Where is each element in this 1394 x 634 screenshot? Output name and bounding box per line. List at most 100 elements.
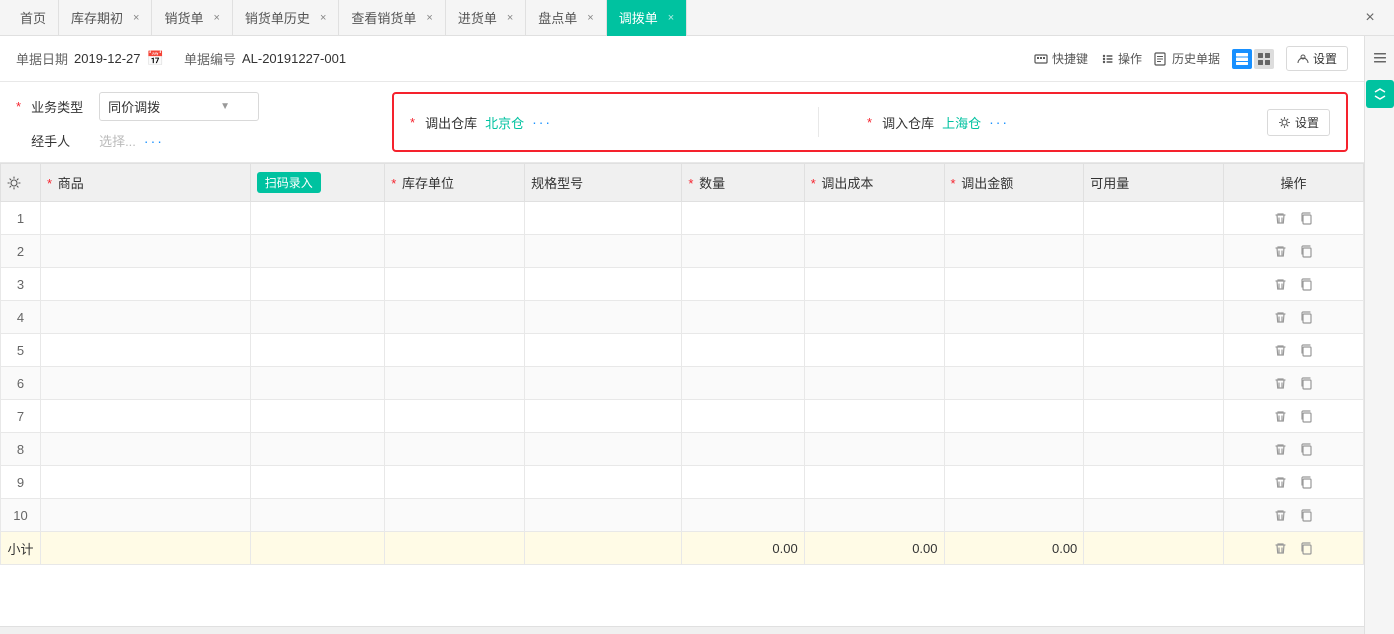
tab-home[interactable]: 首页 <box>8 0 59 36</box>
shortcut-button[interactable]: 快捷键 <box>1034 50 1088 67</box>
warehouse-gear-button[interactable]: 设置 <box>1267 109 1330 136</box>
calendar-icon[interactable]: 📅 <box>147 50 164 67</box>
qty-cell[interactable] <box>682 301 804 334</box>
qty-cell[interactable] <box>682 367 804 400</box>
transfer-in-more-btn[interactable]: ··· <box>989 114 1009 130</box>
goods-cell[interactable] <box>41 499 251 532</box>
qty-cell[interactable] <box>682 268 804 301</box>
copy-icon[interactable] <box>1297 406 1317 426</box>
tab-purchase-order[interactable]: 进货单 × <box>446 0 526 36</box>
right-tool-list[interactable] <box>1366 44 1394 72</box>
scan-button[interactable]: 扫码录入 <box>257 172 321 193</box>
right-tool-expand[interactable] <box>1366 80 1394 108</box>
goods-cell[interactable] <box>41 235 251 268</box>
delete-icon[interactable] <box>1271 505 1291 525</box>
tab-sales-order[interactable]: 销货单 × <box>152 0 232 36</box>
tab-inventory-init[interactable]: 库存期初 × <box>59 0 152 36</box>
amount-cell[interactable] <box>944 367 1084 400</box>
delete-icon[interactable] <box>1271 208 1291 228</box>
copy-icon[interactable] <box>1297 241 1317 261</box>
qty-cell[interactable] <box>682 334 804 367</box>
copy-icon[interactable] <box>1297 505 1317 525</box>
goods-cell[interactable] <box>41 301 251 334</box>
history-button[interactable]: 历史单据 <box>1154 50 1220 67</box>
transfer-in-value[interactable]: 上海仓 <box>942 113 981 132</box>
amount-cell[interactable] <box>944 268 1084 301</box>
qty-cell[interactable] <box>682 202 804 235</box>
copy-icon[interactable] <box>1297 472 1317 492</box>
copy-icon[interactable] <box>1297 373 1317 393</box>
cost-cell[interactable] <box>804 235 944 268</box>
amount-cell[interactable] <box>944 301 1084 334</box>
delete-icon[interactable] <box>1271 538 1291 558</box>
business-type-select[interactable]: 同价调拨 ▼ <box>99 92 259 121</box>
goods-cell[interactable] <box>41 532 251 565</box>
copy-icon[interactable] <box>1297 274 1317 294</box>
qty-cell[interactable] <box>682 466 804 499</box>
cost-cell[interactable] <box>804 301 944 334</box>
delete-icon[interactable] <box>1271 274 1291 294</box>
person-input[interactable]: 选择... <box>99 131 136 150</box>
tab-view-sales[interactable]: 查看销货单 × <box>339 0 445 36</box>
tab-inventory-init-close[interactable]: × <box>133 12 139 24</box>
cost-cell[interactable] <box>804 433 944 466</box>
goods-cell[interactable] <box>41 334 251 367</box>
delete-icon[interactable] <box>1271 307 1291 327</box>
delete-icon[interactable] <box>1271 340 1291 360</box>
amount-cell[interactable] <box>944 235 1084 268</box>
transfer-out-more-btn[interactable]: ··· <box>532 114 552 130</box>
copy-icon[interactable] <box>1297 439 1317 459</box>
copy-icon[interactable] <box>1297 307 1317 327</box>
amount-cell[interactable] <box>944 334 1084 367</box>
qty-cell[interactable] <box>682 235 804 268</box>
amount-cell[interactable] <box>944 433 1084 466</box>
delete-icon[interactable] <box>1271 406 1291 426</box>
copy-icon[interactable] <box>1297 340 1317 360</box>
cost-cell[interactable] <box>804 499 944 532</box>
view-toggle-list[interactable] <box>1232 49 1252 69</box>
qty-cell[interactable] <box>682 400 804 433</box>
amount-cell[interactable] <box>944 466 1084 499</box>
goods-cell[interactable] <box>41 268 251 301</box>
amount-cell[interactable] <box>944 202 1084 235</box>
amount-cell[interactable] <box>944 400 1084 433</box>
cost-cell[interactable] <box>804 202 944 235</box>
tab-sales-order-close[interactable]: × <box>213 12 219 24</box>
qty-cell[interactable] <box>682 433 804 466</box>
th-scan[interactable]: 扫码录入 <box>250 164 385 202</box>
view-toggle-grid[interactable] <box>1254 49 1274 69</box>
goods-cell[interactable] <box>41 400 251 433</box>
setting-button[interactable]: 设置 <box>1286 46 1348 71</box>
tab-transfer-order[interactable]: 调拨单 × <box>607 0 687 36</box>
tab-sales-history[interactable]: 销货单历史 × <box>233 0 339 36</box>
window-close-button[interactable]: × <box>1354 0 1386 36</box>
tab-transfer-order-close[interactable]: × <box>668 12 674 24</box>
cost-cell[interactable] <box>804 268 944 301</box>
operations-button[interactable]: 操作 <box>1100 50 1142 67</box>
cost-cell[interactable] <box>804 367 944 400</box>
tab-inventory-check-close[interactable]: × <box>587 12 593 24</box>
tab-sales-history-close[interactable]: × <box>320 12 326 24</box>
delete-icon[interactable] <box>1271 439 1291 459</box>
tab-view-sales-close[interactable]: × <box>426 12 432 24</box>
tab-inventory-check[interactable]: 盘点单 × <box>526 0 606 36</box>
qty-cell[interactable] <box>682 499 804 532</box>
cost-cell[interactable] <box>804 400 944 433</box>
delete-icon[interactable] <box>1271 373 1291 393</box>
goods-cell[interactable] <box>41 202 251 235</box>
th-settings[interactable] <box>1 164 41 202</box>
delete-icon[interactable] <box>1271 241 1291 261</box>
transfer-out-value[interactable]: 北京仓 <box>485 113 524 132</box>
bottom-scrollbar[interactable] <box>0 626 1364 634</box>
copy-icon[interactable] <box>1297 538 1317 558</box>
delete-icon[interactable] <box>1271 472 1291 492</box>
copy-icon[interactable] <box>1297 208 1317 228</box>
cost-cell[interactable] <box>804 334 944 367</box>
person-more-btn[interactable]: ··· <box>144 133 164 149</box>
goods-cell[interactable] <box>41 466 251 499</box>
goods-cell[interactable] <box>41 367 251 400</box>
goods-cell[interactable] <box>41 433 251 466</box>
cost-cell[interactable] <box>804 466 944 499</box>
amount-cell[interactable] <box>944 499 1084 532</box>
tab-purchase-order-close[interactable]: × <box>507 12 513 24</box>
